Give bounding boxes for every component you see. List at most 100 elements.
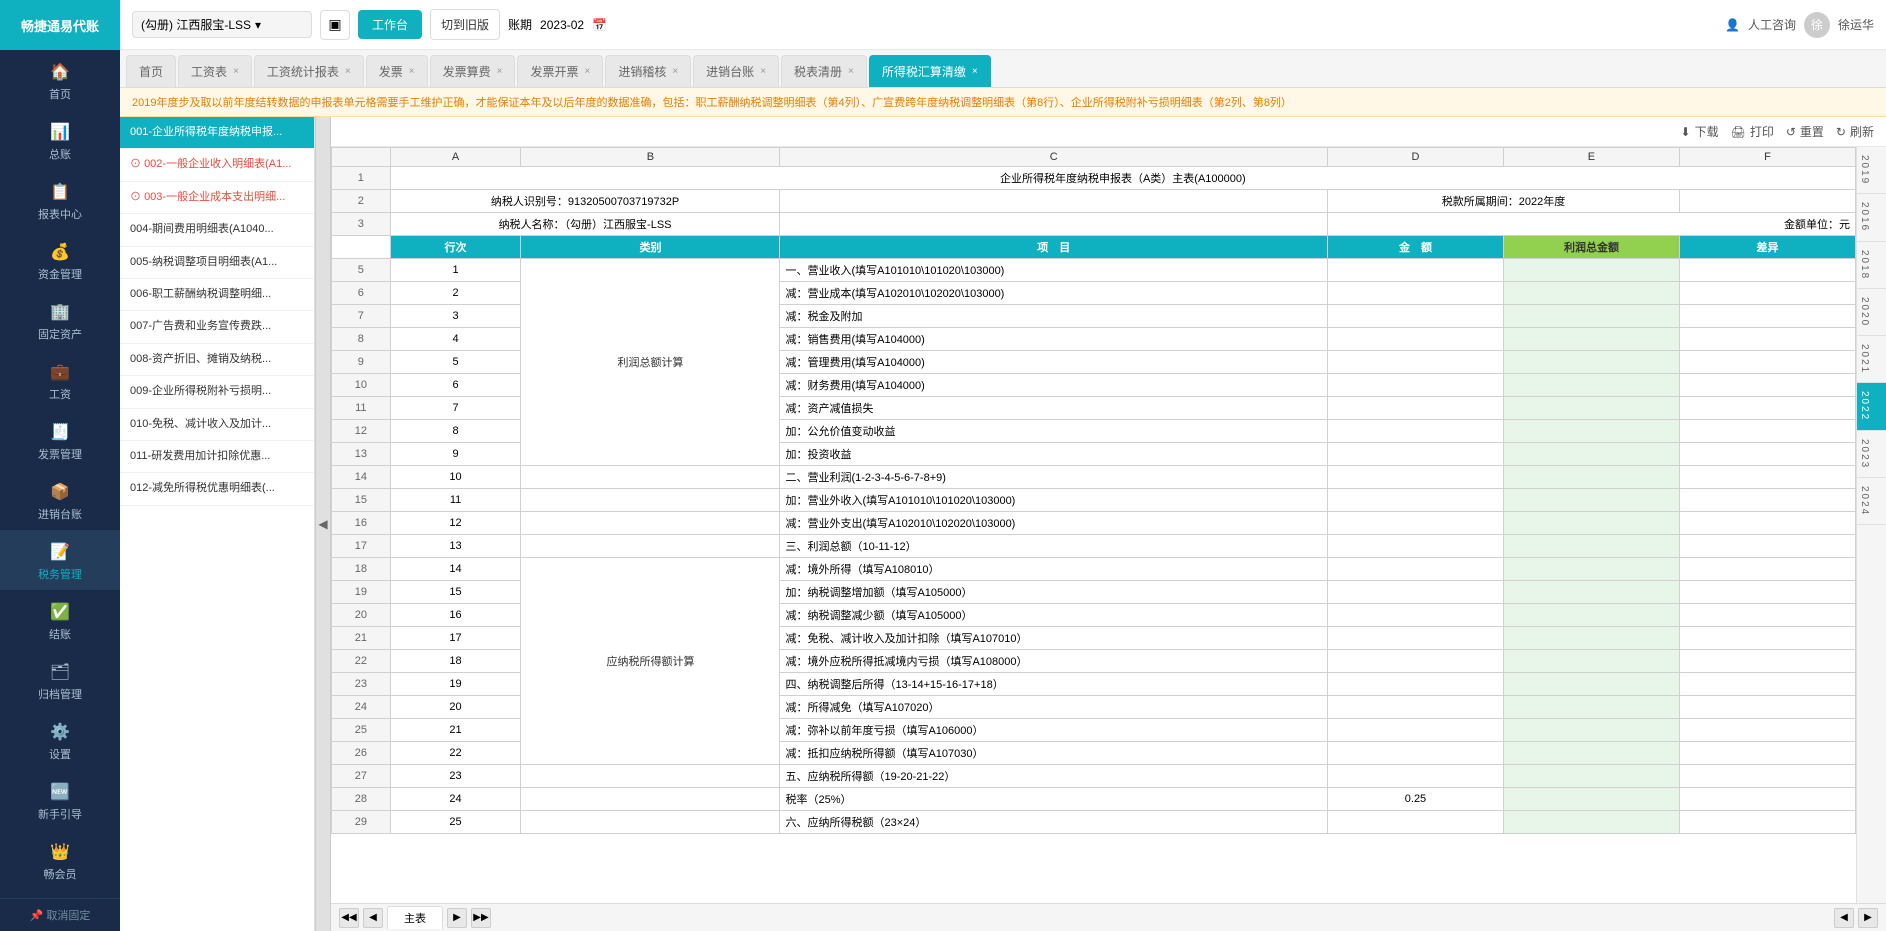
- collapse-panel-button[interactable]: ◀: [315, 117, 331, 931]
- row-15-D[interactable]: [1327, 489, 1503, 512]
- tab-purchase-ledger-close[interactable]: ×: [760, 66, 766, 77]
- sidebar-item-ledger[interactable]: 📊 总账: [0, 110, 120, 170]
- row-7-F[interactable]: [1679, 305, 1855, 328]
- switch-version-button[interactable]: 切到旧版: [430, 9, 500, 40]
- row-20-E[interactable]: [1503, 604, 1679, 627]
- left-panel-item-001[interactable]: 001-企业所得税年度纳税申报...: [120, 117, 314, 149]
- row-27-D[interactable]: [1327, 765, 1503, 788]
- row-27-F[interactable]: [1679, 765, 1855, 788]
- row-14-F[interactable]: [1679, 466, 1855, 489]
- row-9-F[interactable]: [1679, 351, 1855, 374]
- row-7-E[interactable]: [1503, 305, 1679, 328]
- row-5-D[interactable]: [1327, 259, 1503, 282]
- row-12-F[interactable]: [1679, 420, 1855, 443]
- row-26-E[interactable]: [1503, 742, 1679, 765]
- row-14-E[interactable]: [1503, 466, 1679, 489]
- tab-purchase-check[interactable]: 进销稽核 ×: [605, 55, 691, 87]
- row-23-F[interactable]: [1679, 673, 1855, 696]
- print-button[interactable]: 🖨 打印: [1731, 123, 1774, 140]
- row-22-F[interactable]: [1679, 650, 1855, 673]
- tab-invoice-calc-close[interactable]: ×: [497, 66, 503, 77]
- row-15-E[interactable]: [1503, 489, 1679, 512]
- calendar-icon[interactable]: 📅: [592, 18, 607, 32]
- row-29-D[interactable]: [1327, 811, 1503, 834]
- row-9-D[interactable]: [1327, 351, 1503, 374]
- year-nav-2020[interactable]: 2020: [1857, 289, 1886, 336]
- left-panel-item-011[interactable]: 011-研发费用加计扣除优惠...: [120, 441, 314, 473]
- left-panel-item-009[interactable]: 009-企业所得税附补亏损明...: [120, 376, 314, 408]
- row-23-D[interactable]: [1327, 673, 1503, 696]
- row-18-D[interactable]: [1327, 558, 1503, 581]
- tab-invoice-close[interactable]: ×: [409, 66, 415, 77]
- row-28-F[interactable]: [1679, 788, 1855, 811]
- row-8-E[interactable]: [1503, 328, 1679, 351]
- row-27-E[interactable]: [1503, 765, 1679, 788]
- left-panel-item-010[interactable]: 010-免税、减计收入及加计...: [120, 409, 314, 441]
- row-19-E[interactable]: [1503, 581, 1679, 604]
- row-11-E[interactable]: [1503, 397, 1679, 420]
- row-13-F[interactable]: [1679, 443, 1855, 466]
- tab-income-tax[interactable]: 所得税汇算清缴 ×: [869, 55, 991, 87]
- row-28-E[interactable]: [1503, 788, 1679, 811]
- row-5-F[interactable]: [1679, 259, 1855, 282]
- tab-invoice-calc[interactable]: 发票算费 ×: [430, 55, 516, 87]
- row-8-F[interactable]: [1679, 328, 1855, 351]
- row-13-E[interactable]: [1503, 443, 1679, 466]
- row-9-E[interactable]: [1503, 351, 1679, 374]
- prev-sheet-one-button[interactable]: ◀: [363, 908, 383, 928]
- row-7-D[interactable]: [1327, 305, 1503, 328]
- year-nav-2024[interactable]: 2024: [1857, 478, 1886, 525]
- row-5-E[interactable]: [1503, 259, 1679, 282]
- left-panel-item-012[interactable]: 012-减免所得税优惠明细表(...: [120, 473, 314, 505]
- row-19-F[interactable]: [1679, 581, 1855, 604]
- row-16-D[interactable]: [1327, 512, 1503, 535]
- row-11-F[interactable]: [1679, 397, 1855, 420]
- sidebar-item-member[interactable]: 👑 畅会员: [0, 830, 120, 890]
- row-22-D[interactable]: [1327, 650, 1503, 673]
- left-panel-item-003[interactable]: ⊙ 003-一般企业成本支出明细...: [120, 182, 314, 214]
- row-24-D[interactable]: [1327, 696, 1503, 719]
- tab-invoice[interactable]: 发票 ×: [366, 55, 428, 87]
- row-25-F[interactable]: [1679, 719, 1855, 742]
- tab-wage-close[interactable]: ×: [233, 66, 239, 77]
- sidebar-item-settings[interactable]: ⚙️ 设置: [0, 710, 120, 770]
- row-12-D[interactable]: [1327, 420, 1503, 443]
- year-nav-2022[interactable]: 2022: [1857, 383, 1886, 430]
- row-26-F[interactable]: [1679, 742, 1855, 765]
- left-panel-item-004[interactable]: 004-期间费用明细表(A1040...: [120, 214, 314, 246]
- sidebar-item-report[interactable]: 📋 报表中心: [0, 170, 120, 230]
- row-18-F[interactable]: [1679, 558, 1855, 581]
- row-29-F[interactable]: [1679, 811, 1855, 834]
- tab-wage[interactable]: 工资表 ×: [178, 55, 252, 87]
- row-13-D[interactable]: [1327, 443, 1503, 466]
- left-panel-item-005[interactable]: 005-纳税调整项目明细表(A1...: [120, 247, 314, 279]
- year-nav-2016[interactable]: 2016: [1857, 194, 1886, 241]
- tab-wage-stats[interactable]: 工资统计报表 ×: [254, 55, 364, 87]
- sidebar-item-wage[interactable]: 💼 工资: [0, 350, 120, 410]
- row-10-F[interactable]: [1679, 374, 1855, 397]
- company-selector[interactable]: (勾册) 江西服宝-LSS ▾: [132, 11, 312, 38]
- sidebar-item-purchase[interactable]: 📦 进销台账: [0, 470, 120, 530]
- tab-home[interactable]: 首页: [126, 55, 176, 87]
- row-24-E[interactable]: [1503, 696, 1679, 719]
- sheet-tab-main[interactable]: 主表: [387, 906, 443, 929]
- left-panel-item-006[interactable]: 006-职工薪酬纳税调整明细...: [120, 279, 314, 311]
- row-25-D[interactable]: [1327, 719, 1503, 742]
- download-button[interactable]: ⬇ 下载: [1681, 123, 1719, 140]
- year-nav-2023[interactable]: 2023: [1857, 431, 1886, 478]
- row-6-F[interactable]: [1679, 282, 1855, 305]
- row-17-D[interactable]: [1327, 535, 1503, 558]
- row-25-E[interactable]: [1503, 719, 1679, 742]
- sidebar-item-guide[interactable]: 🆕 新手引导: [0, 770, 120, 830]
- left-panel-item-008[interactable]: 008-资产折旧、摊销及纳税...: [120, 344, 314, 376]
- sidebar-item-invoice[interactable]: 🧾 发票管理: [0, 410, 120, 470]
- row-26-D[interactable]: [1327, 742, 1503, 765]
- sidebar-item-fund[interactable]: 💰 资金管理: [0, 230, 120, 290]
- year-nav-2021[interactable]: 2021: [1857, 336, 1886, 383]
- row-16-E[interactable]: [1503, 512, 1679, 535]
- row-19-D[interactable]: [1327, 581, 1503, 604]
- row-10-D[interactable]: [1327, 374, 1503, 397]
- row-21-D[interactable]: [1327, 627, 1503, 650]
- row-14-D[interactable]: [1327, 466, 1503, 489]
- row-18-E[interactable]: [1503, 558, 1679, 581]
